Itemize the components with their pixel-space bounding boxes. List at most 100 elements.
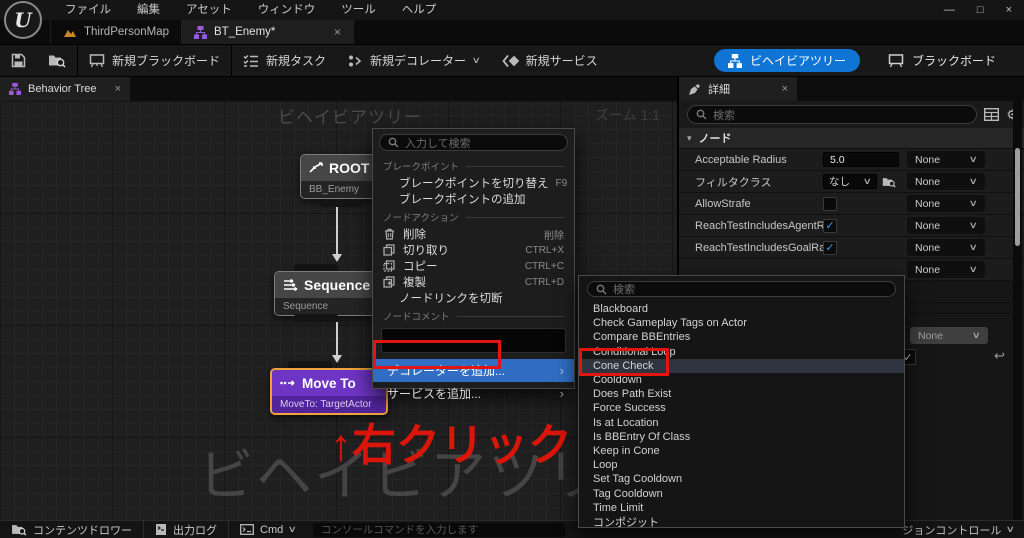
details-search-input[interactable]: 検索: [687, 105, 978, 124]
details-scrollbar-thumb[interactable]: [1015, 148, 1020, 246]
graph-canvas[interactable]: ビヘイビアツリー ズーム 1:1 ビヘイビアツリー ROOT BB_Enemy: [0, 101, 677, 520]
disabled-none-dropdown[interactable]: None ∨: [910, 327, 988, 344]
none-dropdown[interactable]: None ∨: [907, 173, 985, 190]
submenu-item[interactable]: Time Limit: [579, 501, 904, 515]
root-output-pin[interactable]: [320, 199, 364, 207]
button-label: 新規タスク: [266, 54, 327, 68]
menu-item-cut[interactable]: 切り取り CTRL+X: [373, 242, 574, 258]
tab-label: ThirdPersonMap: [84, 26, 170, 38]
console-command-input[interactable]: コンソールコマンドを入力します: [312, 522, 565, 537]
menu-edit[interactable]: 編集: [124, 0, 173, 20]
unreal-editor-window: ファイル 編集 アセット ウィンドウ ツール ヘルプ — □ × U Third…: [0, 0, 1024, 538]
none-dropdown[interactable]: None ∨: [907, 195, 985, 212]
new-service-button[interactable]: 新規サービス: [491, 45, 609, 77]
menu-tools[interactable]: ツール: [328, 0, 389, 20]
reach-agent-checkbox[interactable]: ✓: [823, 218, 837, 233]
details-tab-row: 詳細 ×: [679, 77, 1024, 101]
menu-item-add-breakpoint[interactable]: ブレークポイントの追加: [373, 191, 574, 207]
menu-window[interactable]: ウィンドウ: [245, 0, 329, 20]
button-label: 出力ログ: [173, 524, 217, 537]
submenu-item[interactable]: Loop: [579, 458, 904, 472]
submenu-item[interactable]: コンポジット: [579, 515, 904, 529]
tab-behavior-tree-document[interactable]: Behavior Tree ×: [0, 77, 130, 101]
details-section-node[interactable]: ▾ ノード: [679, 128, 1024, 149]
chevron-down-icon: ∨: [969, 242, 979, 252]
property-label: AllowStrafe: [695, 197, 751, 210]
acceptable-radius-input[interactable]: 5.0: [823, 152, 899, 167]
tab-bt-enemy[interactable]: BT_Enemy* ×: [182, 20, 355, 44]
submenu-item[interactable]: Force Success: [579, 401, 904, 415]
new-blackboard-button[interactable]: 新規ブラックボード: [78, 45, 231, 77]
decorator-icon: [348, 54, 363, 68]
submenu-item[interactable]: Does Path Exist: [579, 387, 904, 401]
new-decorator-button[interactable]: 新規デコレーター ∨: [337, 45, 491, 77]
menu-file[interactable]: ファイル: [52, 0, 124, 20]
display-filter-icon[interactable]: [984, 108, 1000, 121]
submenu-item[interactable]: Tag Cooldown: [579, 486, 904, 500]
menu-item-delete[interactable]: 削除 削除: [373, 226, 574, 242]
close-tab-icon[interactable]: ×: [782, 83, 788, 95]
close-button[interactable]: ×: [1006, 4, 1012, 16]
menu-asset[interactable]: アセット: [173, 0, 245, 20]
unreal-logo-icon[interactable]: U: [4, 1, 42, 39]
submenu-search-input[interactable]: 検索: [587, 281, 896, 297]
reach-goal-checkbox[interactable]: ✓: [823, 240, 837, 255]
behavior-tree-mode-button[interactable]: ビヘイビアツリー: [713, 49, 860, 72]
annotation-box-add-decorator: [373, 340, 501, 369]
submenu-item[interactable]: Keep in Cone: [579, 444, 904, 458]
search-placeholder: 検索: [613, 284, 635, 296]
menu-item-break-node-links[interactable]: ノードリンクを切断: [373, 290, 574, 306]
blackboard-mode-button[interactable]: ブラックボード: [874, 49, 1010, 72]
none-dropdown[interactable]: None ∨: [907, 217, 985, 234]
content-drawer-button[interactable]: コンテンツドロワー: [0, 521, 143, 538]
reset-to-default-icon[interactable]: ↩: [994, 348, 1005, 364]
console-placeholder: コンソールコマンドを入力します: [320, 524, 479, 536]
submenu-item[interactable]: Is at Location: [579, 416, 904, 430]
cut-icon: [382, 244, 396, 256]
allow-strafe-checkbox[interactable]: [823, 196, 837, 211]
menu-item-toggle-breakpoint[interactable]: ブレークポイントを切り替え F9: [373, 175, 574, 191]
submenu-item[interactable]: Blackboard: [579, 302, 904, 316]
property-row-filter-class: フィルタクラス なし ∨ None ∨: [679, 171, 1024, 193]
submenu-item[interactable]: Set Tag Cooldown: [579, 472, 904, 486]
sequence-output-pin[interactable]: [294, 314, 338, 322]
toolbar: 新規ブラックボード 新規タスク 新規デコレーター ∨ 新規サービス ビヘイビアツ…: [0, 44, 1024, 77]
revision-control-button[interactable]: ジョンコントロール ∨: [902, 522, 1024, 538]
context-menu-search-input[interactable]: 入力して検索: [379, 134, 568, 151]
property-row-allow-strafe: AllowStrafe None ∨: [679, 193, 1024, 215]
property-label: フィルタクラス: [695, 176, 772, 189]
search-icon: [596, 284, 607, 295]
sequence-icon: [283, 279, 298, 291]
minimize-button[interactable]: —: [944, 4, 955, 16]
root-icon: [309, 162, 323, 174]
row-separator: [907, 302, 1013, 303]
none-dropdown[interactable]: None ∨: [907, 261, 985, 278]
none-dropdown[interactable]: None ∨: [907, 151, 985, 168]
save-button[interactable]: [0, 45, 37, 77]
browse-icon[interactable]: [882, 176, 896, 188]
menu-item-copy[interactable]: コピー CTRL+C: [373, 258, 574, 274]
chevron-down-icon: ∨: [969, 198, 979, 208]
submenu-item[interactable]: Check Gameplay Tags on Actor: [579, 316, 904, 330]
move-to-node[interactable]: Move To MoveTo: TargetActor: [270, 368, 388, 415]
menu-item-duplicate[interactable]: 複製 CTRL+D: [373, 274, 574, 290]
tab-thirdpersonmap[interactable]: ThirdPersonMap: [50, 20, 183, 44]
button-label: ブラックボード: [911, 54, 996, 68]
menu-help[interactable]: ヘルプ: [389, 0, 450, 20]
menu-item-add-service[interactable]: サービスを追加... ›: [373, 382, 574, 405]
window-controls: — □ ×: [944, 4, 1024, 16]
shortcut-label: 削除: [544, 230, 564, 242]
close-tab-icon[interactable]: ×: [115, 83, 121, 95]
output-log-button[interactable]: 出力ログ: [144, 521, 228, 538]
submenu-item[interactable]: Compare BBEntries: [579, 330, 904, 344]
none-dropdown[interactable]: None ∨: [907, 239, 985, 256]
tab-details[interactable]: 詳細 ×: [679, 77, 797, 101]
browse-asset-button[interactable]: [37, 45, 77, 77]
filter-class-dropdown[interactable]: なし ∨: [823, 174, 877, 189]
cmd-dropdown[interactable]: Cmd ∨: [229, 521, 307, 538]
maximize-button[interactable]: □: [977, 4, 984, 16]
sequence-node[interactable]: Sequence Sequence: [274, 271, 378, 316]
submenu-item[interactable]: Is BBEntry Of Class: [579, 430, 904, 444]
close-tab-icon[interactable]: ×: [334, 25, 341, 39]
new-task-button[interactable]: 新規タスク: [232, 45, 337, 77]
